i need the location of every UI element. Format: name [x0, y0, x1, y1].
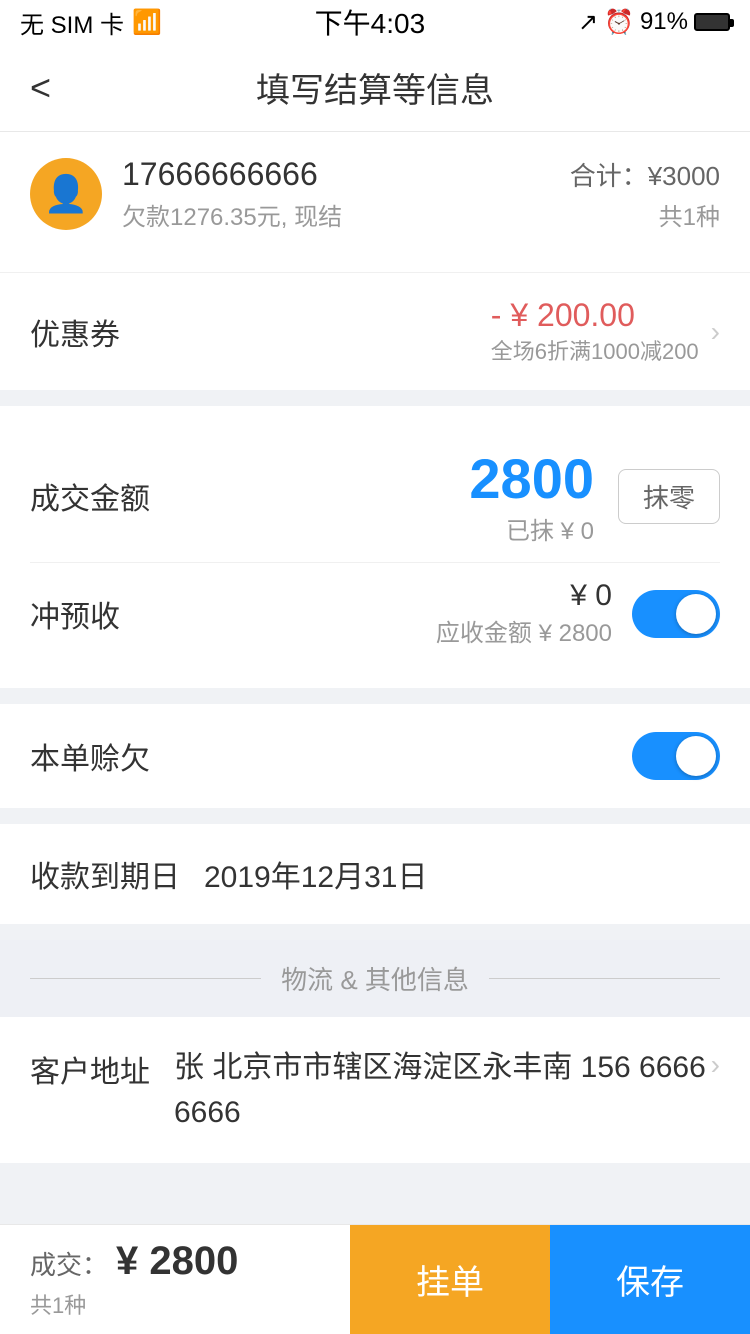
- precharge-label: 冲预收: [30, 592, 120, 636]
- coupon-discount: - ¥ 200.00: [491, 297, 699, 334]
- precharge-right: ¥ 0 应收金额 ¥ 2800: [436, 579, 720, 648]
- battery-percent: 91%: [640, 8, 688, 36]
- content-area: 👤 17666666666 欠款1276.35元, 现结 合计：¥3000 共1…: [0, 132, 750, 1283]
- address-label: 客户地址: [30, 1047, 150, 1091]
- total-label: 合计：¥3000: [570, 156, 720, 193]
- logistics-line-right: [489, 978, 720, 979]
- debt-info: 欠款1276.35元, 现结: [122, 197, 342, 232]
- user-right: 合计：¥3000 共1种: [570, 156, 720, 232]
- bottom-summary: 成交： ¥ 2800 共1种: [0, 1239, 350, 1320]
- coupon-right: - ¥ 200.00 全场6折满1000减200 ›: [491, 297, 720, 366]
- summary-top: 成交： ¥ 2800: [30, 1239, 320, 1284]
- status-right: ↗ ⏰ 91%: [578, 8, 730, 37]
- user-left: 👤 17666666666 欠款1276.35元, 现结: [30, 156, 342, 232]
- due-date-label: 收款到期日: [30, 852, 180, 896]
- summary-value: ¥ 2800: [116, 1239, 238, 1284]
- debt-row: 本单赊欠: [0, 704, 750, 808]
- precharge-toggle[interactable]: [632, 590, 720, 638]
- hang-button[interactable]: 挂单: [350, 1225, 550, 1334]
- toggle-knob: [676, 594, 716, 634]
- bottom-bar: 成交： ¥ 2800 共1种 挂单 保存: [0, 1224, 750, 1334]
- avatar: 👤: [30, 158, 102, 230]
- coupon-label: 优惠券: [30, 310, 120, 354]
- avatar-icon: 👤: [44, 173, 89, 215]
- total-count: 共1种: [570, 197, 720, 232]
- coupon-description: 全场6折满1000减200: [491, 334, 699, 366]
- status-left: 无 SIM 卡 📶: [20, 5, 162, 40]
- save-button[interactable]: 保存: [550, 1225, 750, 1334]
- user-info-row: 👤 17666666666 欠款1276.35元, 现结 合计：¥3000 共1…: [0, 132, 750, 256]
- logistics-text: 物流 & 其他信息: [281, 960, 469, 997]
- precharge-value: ¥ 0: [436, 579, 612, 613]
- alarm-icon: ⏰: [604, 8, 634, 37]
- page-title: 填写结算等信息: [256, 63, 494, 112]
- round-button[interactable]: 抹零: [618, 469, 720, 524]
- debt-toggle[interactable]: [632, 732, 720, 780]
- nav-bar: < 填写结算等信息: [0, 44, 750, 132]
- summary-label: 成交：: [30, 1245, 108, 1282]
- amount-value: 2800: [469, 446, 594, 511]
- due-date-value: 2019年12月31日: [204, 852, 427, 896]
- status-bar: 无 SIM 卡 📶 下午4:03 ↗ ⏰ 91%: [0, 0, 750, 44]
- precharge-value-group: ¥ 0 应收金额 ¥ 2800: [436, 579, 612, 648]
- location-icon: ↗: [578, 8, 598, 37]
- logistics-header: 物流 & 其他信息: [0, 940, 750, 1017]
- coupon-chevron-icon: ›: [711, 316, 720, 348]
- due-date-row: 收款到期日 2019年12月31日: [0, 824, 750, 924]
- precharge-sub: 应收金额 ¥ 2800: [436, 613, 612, 648]
- logistics-line-left: [30, 978, 261, 979]
- amount-sub: 已抹 ¥ 0: [469, 511, 594, 546]
- amount-row: 成交金额 2800 已抹 ¥ 0 抹零: [30, 430, 720, 562]
- user-info: 17666666666 欠款1276.35元, 现结: [122, 156, 342, 232]
- coupon-row[interactable]: 优惠券 - ¥ 200.00 全场6折满1000减200 ›: [0, 272, 750, 390]
- address-value: 张 北京市市辖区海淀区永丰南 156 6666 6666: [174, 1045, 711, 1135]
- back-button[interactable]: <: [30, 67, 51, 109]
- status-time: 下午4:03: [315, 2, 426, 42]
- summary-count: 共1种: [30, 1288, 320, 1320]
- user-card: 👤 17666666666 欠款1276.35元, 现结 合计：¥3000 共1…: [0, 132, 750, 390]
- precharge-row: 冲预收 ¥ 0 应收金额 ¥ 2800: [30, 562, 720, 664]
- amount-label: 成交金额: [30, 474, 150, 518]
- battery-icon: [694, 13, 730, 31]
- amount-section: 成交金额 2800 已抹 ¥ 0 抹零 冲预收 ¥ 0 应收金额 ¥ 2800: [0, 406, 750, 688]
- debt-label: 本单赊欠: [30, 734, 150, 778]
- debt-toggle-knob: [676, 736, 716, 776]
- phone-number: 17666666666: [122, 156, 342, 193]
- amount-value-group: 2800 已抹 ¥ 0 抹零: [469, 446, 720, 546]
- wifi-icon: 📶: [132, 8, 162, 37]
- address-row[interactable]: 客户地址 张 北京市市辖区海淀区永丰南 156 6666 6666 ›: [0, 1017, 750, 1163]
- address-chevron-icon: ›: [711, 1049, 720, 1081]
- sim-status: 无 SIM 卡: [20, 5, 124, 40]
